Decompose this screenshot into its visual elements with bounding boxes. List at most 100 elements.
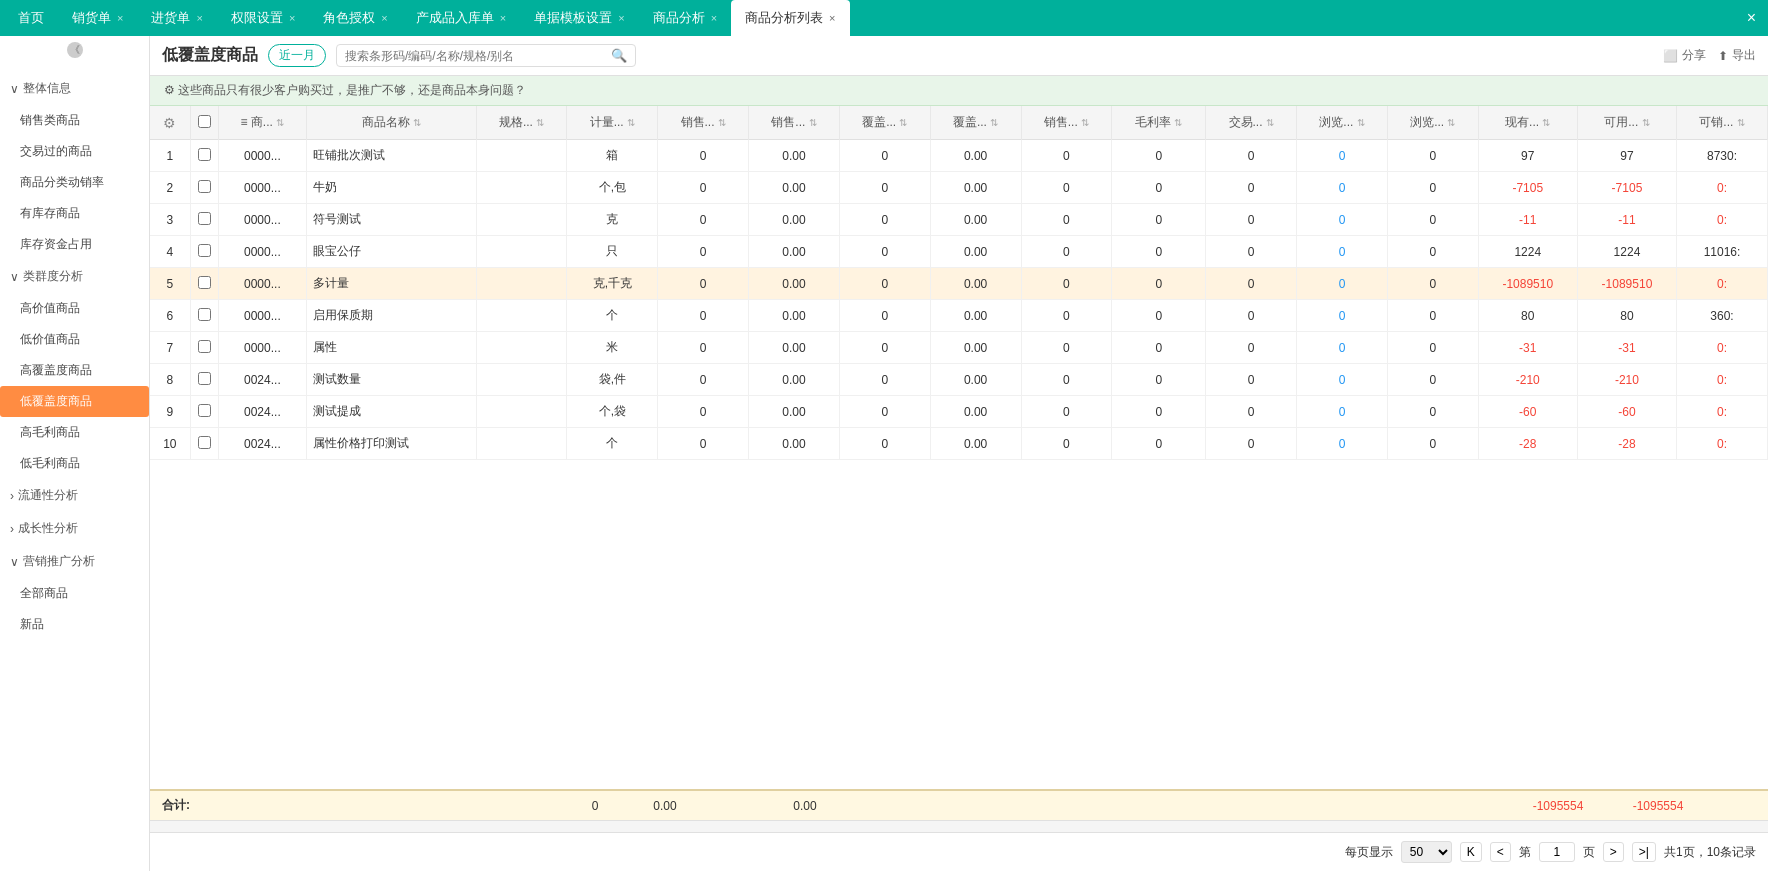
- col-avail[interactable]: 可用... ⇅: [1577, 106, 1676, 140]
- header-actions: ⬜ 分享 ⬆ 导出: [1663, 47, 1756, 64]
- tab-purchase[interactable]: 进货单 ×: [137, 0, 216, 36]
- col-checkbox[interactable]: [190, 106, 218, 140]
- sidebar-section-overall[interactable]: ∨ 整体信息: [0, 72, 149, 105]
- row-checkbox[interactable]: [190, 204, 218, 236]
- select-all-checkbox[interactable]: [198, 115, 211, 128]
- tab-template[interactable]: 单据模板设置 ×: [520, 0, 638, 36]
- row-sellable: 11016:: [1677, 236, 1768, 268]
- row-view1[interactable]: 0: [1297, 396, 1388, 428]
- sidebar-item-traded-goods[interactable]: 交易过的商品: [0, 136, 149, 167]
- row-view1[interactable]: 0: [1297, 268, 1388, 300]
- sidebar-item-stock-goods[interactable]: 有库存商品: [0, 198, 149, 229]
- share-button[interactable]: ⬜ 分享: [1663, 47, 1706, 64]
- col-unit[interactable]: 计量... ⇅: [567, 106, 658, 140]
- row-checkbox[interactable]: [190, 236, 218, 268]
- row-checkbox[interactable]: [190, 332, 218, 364]
- row-sale-amt: 0.00: [749, 172, 840, 204]
- sidebar-item-new-goods[interactable]: 新品: [0, 609, 149, 640]
- row-sale2: 0: [1021, 172, 1112, 204]
- first-page-button[interactable]: K: [1460, 842, 1482, 862]
- row-view1[interactable]: 0: [1297, 204, 1388, 236]
- tab-permission[interactable]: 权限设置 ×: [217, 0, 309, 36]
- row-checkbox[interactable]: [190, 172, 218, 204]
- sidebar-item-high-coverage[interactable]: 高覆盖度商品: [0, 355, 149, 386]
- close-icon[interactable]: ×: [289, 0, 295, 36]
- col-gear[interactable]: ⚙: [150, 106, 190, 140]
- tab-analysis[interactable]: 商品分析 ×: [639, 0, 731, 36]
- next-page-button[interactable]: >: [1603, 842, 1624, 862]
- sidebar-item-category-rate[interactable]: 商品分类动销率: [0, 167, 149, 198]
- sidebar-item-high-value[interactable]: 高价值商品: [0, 293, 149, 324]
- row-checkbox[interactable]: [190, 268, 218, 300]
- sidebar-item-high-margin[interactable]: 高毛利商品: [0, 417, 149, 448]
- close-icon[interactable]: ×: [196, 0, 202, 36]
- close-icon[interactable]: ×: [829, 0, 835, 36]
- sidebar-section-cluster[interactable]: ∨ 类群度分析: [0, 260, 149, 293]
- row-deal: 0: [1206, 364, 1297, 396]
- tab-home[interactable]: 首页: [4, 0, 58, 36]
- sidebar-item-all-goods[interactable]: 全部商品: [0, 578, 149, 609]
- row-view1[interactable]: 0: [1297, 140, 1388, 172]
- row-checkbox[interactable]: [190, 396, 218, 428]
- sidebar-item-sales-goods[interactable]: 销售类商品: [0, 105, 149, 136]
- col-cover1[interactable]: 覆盖... ⇅: [839, 106, 930, 140]
- prev-page-button[interactable]: <: [1490, 842, 1511, 862]
- row-view1[interactable]: 0: [1297, 364, 1388, 396]
- col-code[interactable]: ≡ 商... ⇅: [218, 106, 306, 140]
- col-view2[interactable]: 浏览... ⇅: [1387, 106, 1478, 140]
- col-sale2[interactable]: 销售... ⇅: [1021, 106, 1112, 140]
- col-stock[interactable]: 现有... ⇅: [1478, 106, 1577, 140]
- sidebar-collapse-button[interactable]: 《: [67, 42, 83, 58]
- row-view1[interactable]: 0: [1297, 300, 1388, 332]
- sidebar-item-stock-capital[interactable]: 库存资金占用: [0, 229, 149, 260]
- col-sale-qty[interactable]: 销售... ⇅: [658, 106, 749, 140]
- row-avail: -11: [1577, 204, 1676, 236]
- col-name[interactable]: 商品名称 ⇅: [306, 106, 476, 140]
- close-icon[interactable]: ×: [618, 0, 624, 36]
- col-spec[interactable]: 规格... ⇅: [476, 106, 567, 140]
- search-input[interactable]: [345, 49, 611, 63]
- horizontal-scrollbar[interactable]: [150, 820, 1768, 832]
- row-checkbox[interactable]: [190, 300, 218, 332]
- sidebar-item-low-coverage[interactable]: 低覆盖度商品: [0, 386, 149, 417]
- chevron-down-icon: ∨: [10, 270, 19, 284]
- row-checkbox[interactable]: [190, 428, 218, 460]
- row-checkbox[interactable]: [190, 140, 218, 172]
- row-checkbox[interactable]: [190, 364, 218, 396]
- tab-product-warehouse[interactable]: 产成品入库单 ×: [402, 0, 520, 36]
- row-code: 0000...: [218, 172, 306, 204]
- last-page-button[interactable]: >|: [1632, 842, 1656, 862]
- page-input[interactable]: [1539, 842, 1575, 862]
- col-sellable[interactable]: 可销... ⇅: [1677, 106, 1768, 140]
- row-view1[interactable]: 0: [1297, 332, 1388, 364]
- row-view1[interactable]: 0: [1297, 236, 1388, 268]
- row-spec: [476, 236, 567, 268]
- sidebar-item-low-value[interactable]: 低价值商品: [0, 324, 149, 355]
- sidebar-section-growth[interactable]: › 成长性分析: [0, 512, 149, 545]
- col-view1[interactable]: 浏览... ⇅: [1297, 106, 1388, 140]
- row-sale-amt: 0.00: [749, 140, 840, 172]
- close-icon[interactable]: ×: [381, 0, 387, 36]
- tab-role[interactable]: 角色授权 ×: [309, 0, 401, 36]
- col-sale-amt[interactable]: 销售... ⇅: [749, 106, 840, 140]
- close-icon[interactable]: ×: [117, 0, 123, 36]
- sidebar-section-liquidity[interactable]: › 流通性分析: [0, 479, 149, 512]
- close-icon[interactable]: ×: [500, 0, 506, 36]
- row-view1[interactable]: 0: [1297, 428, 1388, 460]
- sidebar-item-low-margin[interactable]: 低毛利商品: [0, 448, 149, 479]
- row-name: 符号测试: [306, 204, 476, 236]
- row-view1[interactable]: 0: [1297, 172, 1388, 204]
- period-button[interactable]: 近一月: [268, 44, 326, 67]
- close-all-tabs-button[interactable]: ×: [1739, 9, 1764, 27]
- col-cover2[interactable]: 覆盖... ⇅: [930, 106, 1021, 140]
- close-icon[interactable]: ×: [711, 0, 717, 36]
- col-gross-rate[interactable]: 毛利率 ⇅: [1112, 106, 1206, 140]
- sidebar-section-marketing[interactable]: ∨ 营销推广分析: [0, 545, 149, 578]
- row-sale-amt: 0.00: [749, 204, 840, 236]
- per-page-select[interactable]: 50 100 200: [1401, 841, 1452, 863]
- col-deal[interactable]: 交易... ⇅: [1206, 106, 1297, 140]
- export-button[interactable]: ⬆ 导出: [1718, 47, 1756, 64]
- tab-sales[interactable]: 销货单 ×: [58, 0, 137, 36]
- tab-analysis-list[interactable]: 商品分析列表 ×: [731, 0, 849, 36]
- row-cover2: 0.00: [930, 332, 1021, 364]
